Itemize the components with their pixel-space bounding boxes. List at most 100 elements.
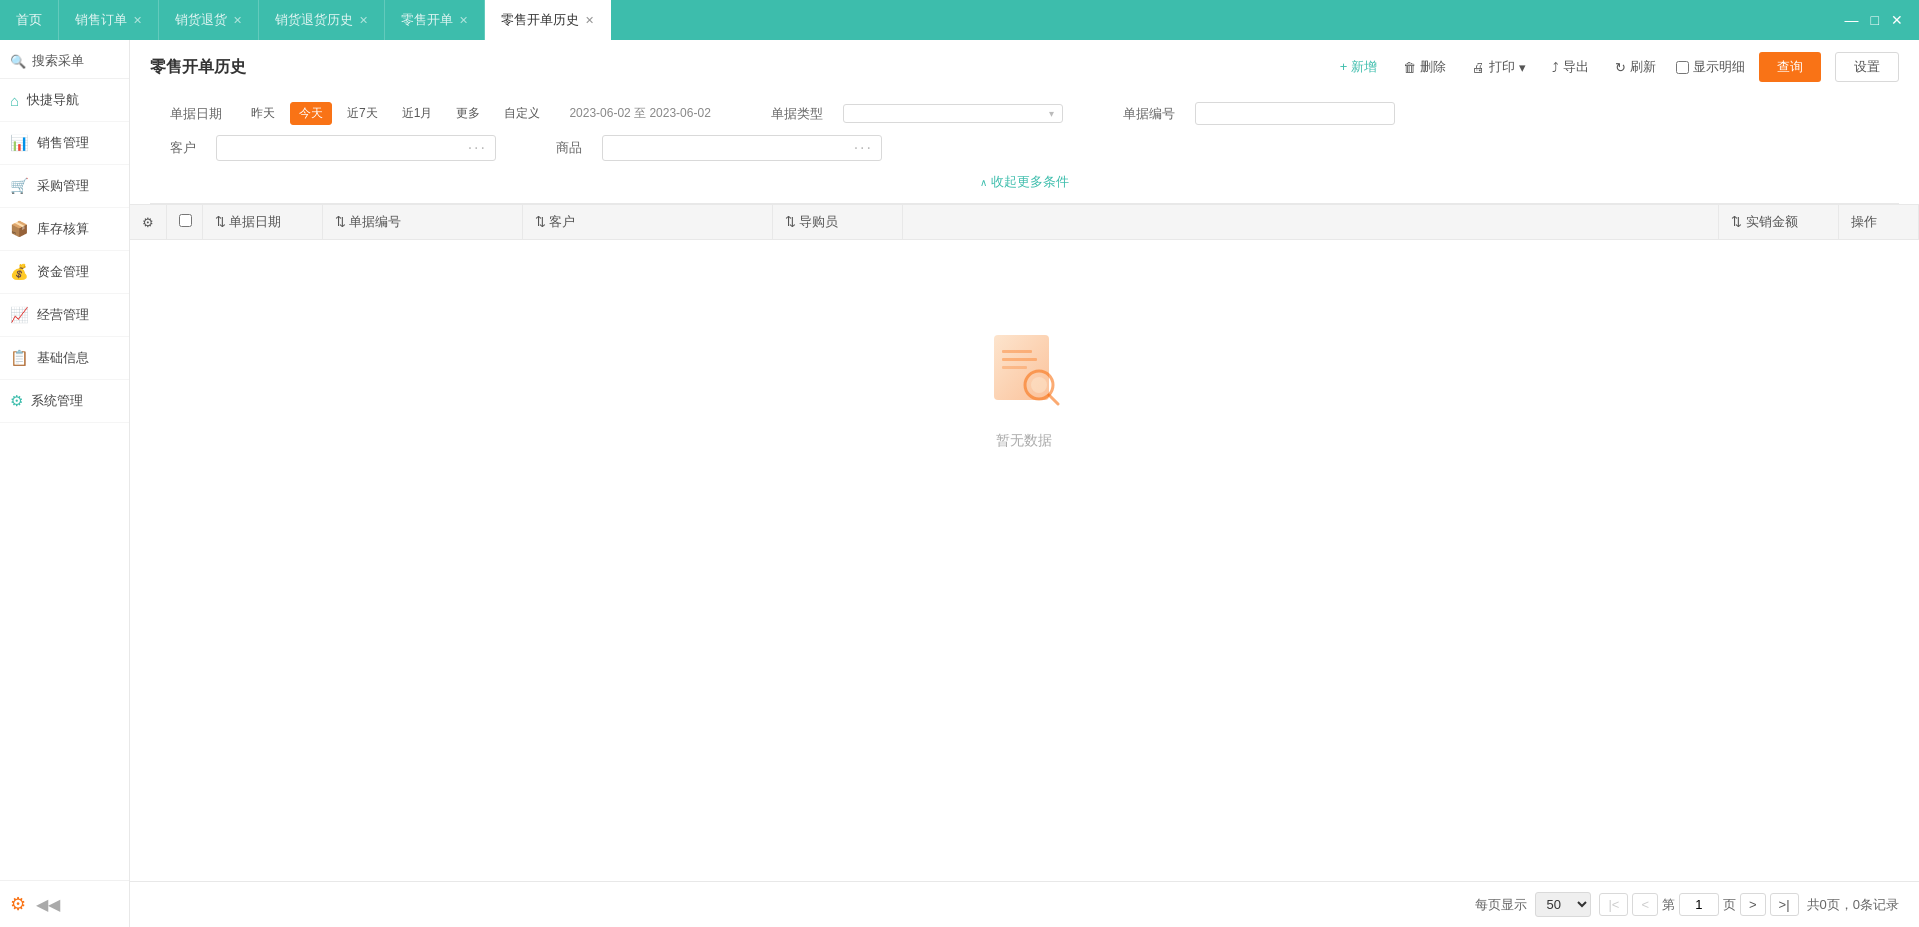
sidebar-item-operations[interactable]: 📈 经营管理 (0, 294, 129, 337)
th-checkbox[interactable] (166, 205, 202, 240)
tab-sales-return-history-label: 销货退货历史 (275, 11, 353, 29)
th-gear[interactable]: ⚙ (130, 205, 166, 240)
order-no-label: 单据编号 (1123, 105, 1175, 123)
sidebar-item-quick-nav[interactable]: ⌂ 快捷导航 (0, 79, 129, 122)
th-action: 操作 (1839, 205, 1919, 240)
order-type-select[interactable]: ▾ (843, 104, 1063, 123)
cart-icon: 🛒 (10, 177, 29, 195)
th-date-label: ⇅ 单据日期 (215, 214, 282, 229)
settings-button[interactable]: 设置 (1835, 52, 1899, 82)
sidebar-item-system-mgmt[interactable]: ⚙ 系统管理 (0, 380, 129, 423)
date-btn-yesterday[interactable]: 昨天 (242, 102, 284, 125)
sidebar-item-purchase-mgmt[interactable]: 🛒 采购管理 (0, 165, 129, 208)
svg-rect-1 (1002, 350, 1032, 353)
first-page-button[interactable]: |< (1599, 893, 1628, 916)
window-controls: — □ ✕ (1845, 12, 1919, 28)
collapse-label: 收起更多条件 (991, 173, 1069, 191)
th-customer[interactable]: ⇅ 客户 (522, 205, 772, 240)
date-btn-today[interactable]: 今天 (290, 102, 332, 125)
sidebar-item-label: 基础信息 (37, 349, 89, 367)
tab-sales-return[interactable]: 销货退货 ✕ (159, 0, 259, 40)
sidebar-search[interactable]: 🔍 搜索采单 (0, 40, 129, 79)
sidebar-item-label: 系统管理 (31, 392, 83, 410)
goods-label: 商品 (556, 139, 582, 157)
print-arrow-icon: ▾ (1519, 60, 1526, 75)
show-detail-input[interactable] (1676, 61, 1689, 74)
page-total: 共0页，0条记录 (1807, 896, 1899, 914)
refresh-button[interactable]: ↻ 刷新 (1609, 54, 1662, 80)
content-area: 零售开单历史 + 新增 🗑 删除 🖨 打印 ▾ ⤴ (130, 40, 1919, 927)
page-size-select[interactable]: 50 10 20 100 (1535, 892, 1591, 917)
query-button[interactable]: 查询 (1759, 52, 1821, 82)
prev-page-button[interactable]: < (1632, 893, 1658, 916)
date-btn-last-month[interactable]: 近1月 (393, 102, 442, 125)
date-btn-last7[interactable]: 近7天 (338, 102, 387, 125)
box-icon: 📦 (10, 220, 29, 238)
chevron-down-icon: ▾ (1049, 108, 1054, 119)
th-action-label: 操作 (1851, 214, 1877, 229)
collapse-filter-button[interactable]: ∧ 收起更多条件 (968, 171, 1081, 193)
tab-retail-open-label: 零售开单 (401, 11, 453, 29)
home-icon: ⌂ (10, 92, 19, 109)
tab-sales-return-history[interactable]: 销货退货历史 ✕ (259, 0, 385, 40)
sidebar-item-label: 快捷导航 (27, 91, 79, 109)
close-icon[interactable]: ✕ (585, 14, 594, 27)
close-icon[interactable]: ✕ (459, 14, 468, 27)
th-order-no[interactable]: ⇅ 单据编号 (322, 205, 522, 240)
sidebar-item-label: 资金管理 (37, 263, 89, 281)
svg-point-6 (1031, 377, 1047, 393)
sidebar: 🔍 搜索采单 ⌂ 快捷导航 📊 销售管理 🛒 采购管理 📦 库存核算 💰 资金管… (0, 40, 130, 927)
page-navigation: |< < 第 页 > >| (1599, 893, 1798, 916)
tab-retail-open-history[interactable]: 零售开单历史 ✕ (485, 0, 611, 40)
show-detail-label: 显示明细 (1693, 58, 1745, 76)
next-page-button[interactable]: > (1740, 893, 1766, 916)
sidebar-search-label: 搜索采单 (32, 52, 84, 70)
tab-sales-order[interactable]: 销售订单 ✕ (59, 0, 159, 40)
select-all-checkbox[interactable] (179, 214, 192, 227)
delete-label: 删除 (1420, 58, 1446, 76)
minimize-button[interactable]: — (1845, 12, 1859, 28)
tab-home[interactable]: 首页 (0, 0, 59, 40)
add-button[interactable]: + 新增 (1334, 54, 1383, 80)
filter-row-2: 客户 ··· 商品 ··· (170, 135, 1879, 161)
toolbar-buttons: + 新增 🗑 删除 🖨 打印 ▾ ⤴ 导出 (1334, 52, 1899, 82)
th-date[interactable]: ⇅ 单据日期 (202, 205, 322, 240)
th-order-no-label: ⇅ 单据编号 (335, 214, 402, 229)
page-number-input[interactable] (1679, 893, 1719, 916)
goods-input[interactable]: ··· (602, 135, 882, 161)
filter-area: 单据日期 昨天 今天 近7天 近1月 更多 自定义 2023-06-02 至 2… (150, 92, 1899, 204)
collapse-sidebar-button[interactable]: ◀◀ (36, 895, 60, 914)
refresh-label: 刷新 (1630, 58, 1656, 76)
dots-icon: ··· (468, 139, 487, 157)
sidebar-item-basic-info[interactable]: 📋 基础信息 (0, 337, 129, 380)
sidebar-item-inventory[interactable]: 📦 库存核算 (0, 208, 129, 251)
tab-retail-open[interactable]: 零售开单 ✕ (385, 0, 485, 40)
print-icon: 🖨 (1472, 60, 1485, 75)
th-amount[interactable]: ⇅ 实销金额 (1719, 205, 1839, 240)
close-icon[interactable]: ✕ (359, 14, 368, 27)
close-icon[interactable]: ✕ (233, 14, 242, 27)
last-page-button[interactable]: >| (1770, 893, 1799, 916)
date-btn-more[interactable]: 更多 (447, 102, 489, 125)
customer-input[interactable]: ··· (216, 135, 496, 161)
close-window-button[interactable]: ✕ (1891, 12, 1903, 28)
print-button[interactable]: 🖨 打印 ▾ (1466, 54, 1532, 80)
top-tab-bar: 首页 销售订单 ✕ 销货退货 ✕ 销货退货历史 ✕ 零售开单 ✕ 零售开单历史 … (0, 0, 1919, 40)
sidebar-item-finance[interactable]: 💰 资金管理 (0, 251, 129, 294)
chart-icon: 📊 (10, 134, 29, 152)
order-no-input[interactable] (1195, 102, 1395, 125)
tab-sales-order-label: 销售订单 (75, 11, 127, 29)
maximize-button[interactable]: □ (1871, 12, 1879, 28)
close-icon[interactable]: ✕ (133, 14, 142, 27)
date-btn-custom[interactable]: 自定义 (495, 102, 549, 125)
settings-icon[interactable]: ⚙ (10, 893, 26, 915)
empty-state: 暂无数据 (130, 240, 1919, 530)
sidebar-item-sales-mgmt[interactable]: 📊 销售管理 (0, 122, 129, 165)
print-label: 打印 (1489, 58, 1515, 76)
table-body: 暂无数据 (130, 240, 1919, 531)
th-guide[interactable]: ⇅ 导购员 (772, 205, 902, 240)
export-button[interactable]: ⤴ 导出 (1546, 54, 1595, 80)
delete-button[interactable]: 🗑 删除 (1397, 54, 1452, 80)
show-detail-checkbox[interactable]: 显示明细 (1676, 58, 1745, 76)
search-icon: 🔍 (10, 54, 26, 69)
